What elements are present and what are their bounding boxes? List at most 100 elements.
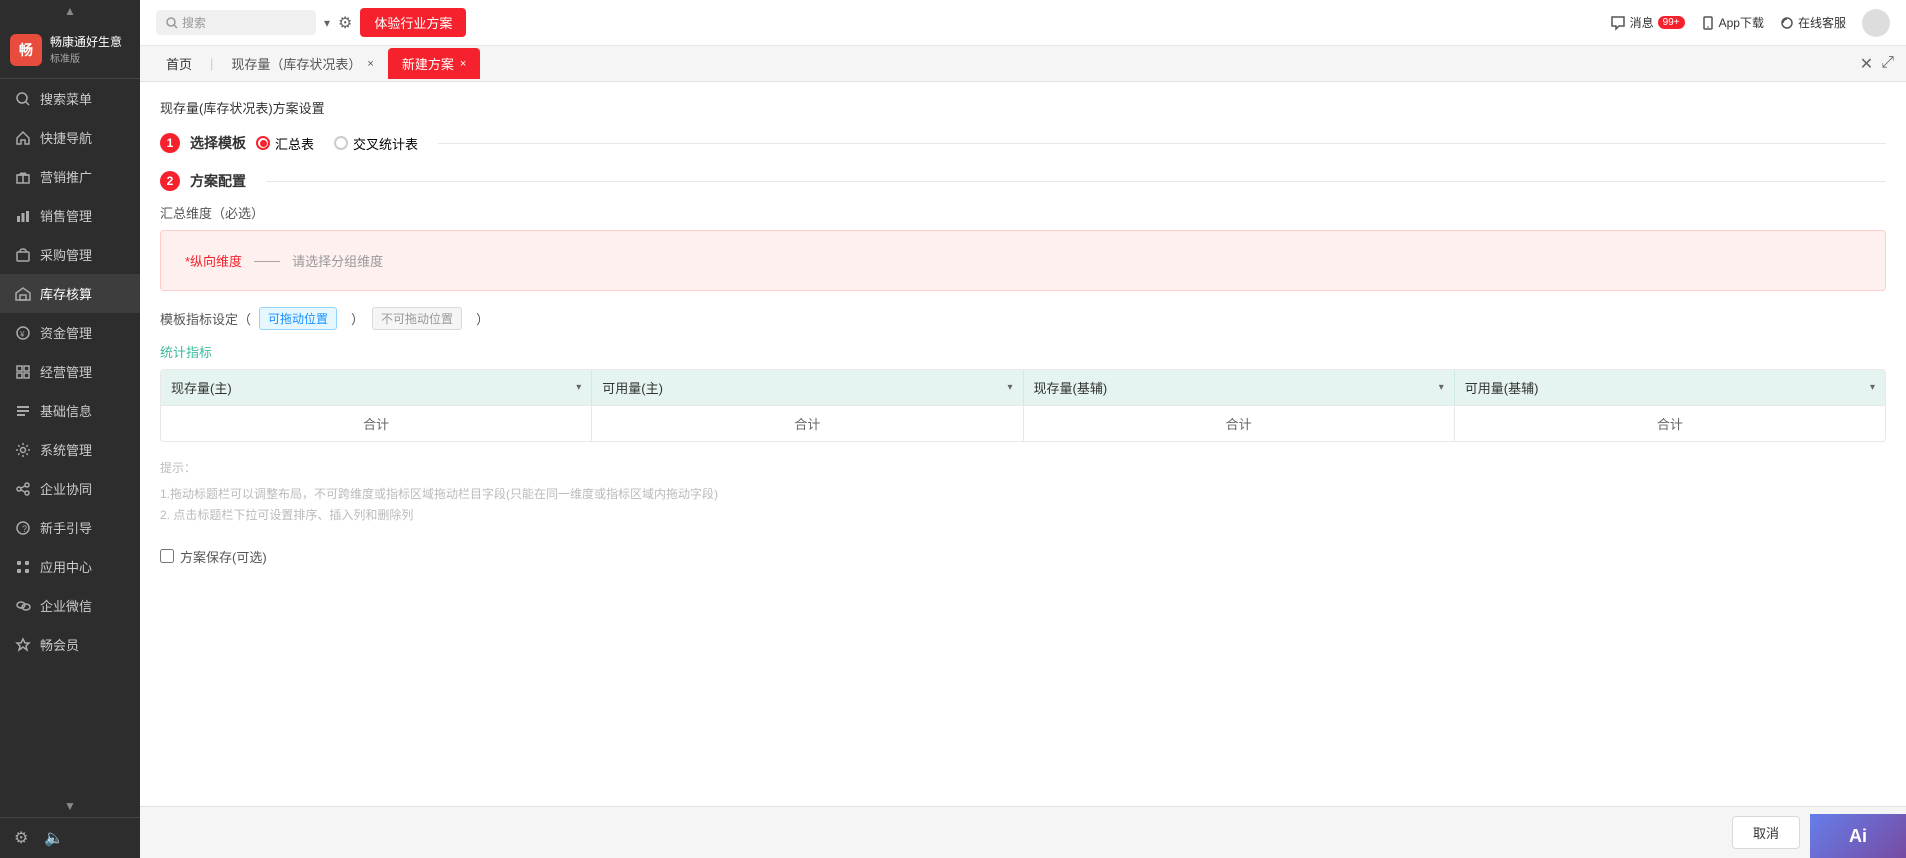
step1-section: 1 选择模板 汇总表 交叉统计表	[160, 133, 1886, 153]
radio-cross-table[interactable]: 交叉统计表	[334, 134, 418, 153]
sidebar-item-label: 采购管理	[40, 245, 92, 264]
app-icon	[14, 558, 32, 576]
sidebar-item-wechat[interactable]: 企业微信	[0, 586, 140, 625]
sidebar-item-system[interactable]: 系统管理	[0, 430, 140, 469]
topbar: 搜索 ▾ ⚙ 体验行业方案 消息 99+ App下载 在线客服	[140, 0, 1906, 46]
tab-new-scheme[interactable]: 新建方案 ×	[388, 48, 480, 79]
col-header-3[interactable]: 可用量(基辅) ▾	[1455, 370, 1885, 405]
sidebar-nav: 搜索菜单 快捷导航 营销推广 销售管理 采购管理	[0, 79, 140, 795]
dimension-placeholder: 请选择分组维度	[292, 251, 383, 270]
settings-footer-icon[interactable]: ⚙	[14, 828, 28, 848]
app-version: 标准版	[50, 50, 122, 65]
sound-footer-icon[interactable]: 🔈	[44, 828, 64, 848]
sidebar-item-label: 经营管理	[40, 362, 92, 381]
sidebar-item-label: 企业微信	[40, 596, 92, 615]
stats-table-row: 合计 合计 合计 合计	[161, 405, 1885, 441]
sidebar-item-operation[interactable]: 经营管理	[0, 352, 140, 391]
sidebar-item-label: 库存核算	[40, 284, 92, 303]
service-label: 在线客服	[1798, 14, 1846, 31]
sidebar-item-label: 应用中心	[40, 557, 92, 576]
step1-num: 1	[160, 133, 180, 153]
topbar-right: 消息 99+ App下载 在线客服	[1610, 9, 1890, 37]
stats-cell-1: 合计	[592, 405, 1023, 441]
vip-icon	[14, 636, 32, 654]
tip-item-1: 2. 点击标题栏下拉可设置排序、插入列和删除列	[160, 505, 1886, 527]
sidebar-item-basic-info[interactable]: 基础信息	[0, 391, 140, 430]
radio-summary-table[interactable]: 汇总表	[256, 134, 314, 153]
chart-icon	[14, 207, 32, 225]
dimension-row: *纵向维度 —— 请选择分组维度	[185, 251, 1861, 270]
col-down-icon-2[interactable]: ▾	[1439, 382, 1444, 393]
dimension-box[interactable]: *纵向维度 —— 请选择分组维度	[160, 230, 1886, 291]
user-avatar[interactable]	[1862, 9, 1890, 37]
sidebar-item-marketing[interactable]: 营销推广	[0, 157, 140, 196]
ai-badge[interactable]: Ai	[1810, 814, 1906, 858]
sidebar-item-sales[interactable]: 销售管理	[0, 196, 140, 235]
tab-new-scheme-label: 新建方案	[402, 54, 454, 73]
sidebar-item-cooperation[interactable]: 企业协同	[0, 469, 140, 508]
tab-separator-1: |	[210, 56, 213, 71]
tab-home-label: 首页	[166, 54, 192, 73]
col-down-icon-0[interactable]: ▾	[576, 382, 581, 393]
col-label-2: 现存量(基辅)	[1034, 378, 1108, 397]
topbar-settings-icon[interactable]: ⚙	[338, 13, 352, 33]
sidebar-item-label: 系统管理	[40, 440, 92, 459]
link-icon	[14, 480, 32, 498]
sidebar-item-search-menu[interactable]: 搜索菜单	[0, 79, 140, 118]
main-area: 搜索 ▾ ⚙ 体验行业方案 消息 99+ App下载 在线客服	[140, 0, 1906, 858]
col-header-0[interactable]: 现存量(主) ▾	[161, 370, 592, 405]
col-down-icon-3[interactable]: ▾	[1870, 382, 1875, 393]
topbar-dropdown[interactable]: ▾	[324, 16, 330, 30]
col-down-icon-1[interactable]: ▾	[1007, 382, 1012, 393]
step2-num: 2	[160, 171, 180, 191]
search-box[interactable]: 搜索	[156, 10, 316, 35]
tab-inventory-status[interactable]: 现存量（库存状况表） ×	[217, 48, 387, 79]
sidebar-item-label: 畅会员	[40, 635, 79, 654]
service-button[interactable]: 在线客服	[1780, 14, 1846, 31]
col-header-1[interactable]: 可用量(主) ▾	[592, 370, 1023, 405]
radio-circle-checked	[256, 136, 270, 150]
trial-button[interactable]: 体验行业方案	[360, 8, 466, 37]
info-icon	[14, 402, 32, 420]
sidebar-scroll-down[interactable]: ▼	[0, 795, 140, 817]
sidebar-item-purchase[interactable]: 采购管理	[0, 235, 140, 274]
sidebar-item-inventory[interactable]: 库存核算	[0, 274, 140, 313]
bottom-bar: 取消 查询	[140, 806, 1906, 858]
sidebar-item-guide[interactable]: ? 新手引导	[0, 508, 140, 547]
grid-icon	[14, 363, 32, 381]
message-button[interactable]: 消息 99+	[1610, 14, 1685, 31]
headset-icon	[1780, 16, 1794, 30]
save-checkbox[interactable]	[160, 549, 174, 563]
sidebar-item-label: 搜索菜单	[40, 89, 92, 108]
wechat-icon	[14, 597, 32, 615]
tab-expand-btn[interactable]: ⤢	[1881, 54, 1894, 74]
radio-cross-label: 交叉统计表	[353, 134, 418, 153]
sidebar-item-label: 资金管理	[40, 323, 92, 342]
step2-title: 方案配置	[190, 171, 246, 191]
indicator-label: 模板指标设定（ 可拖动位置 ） 不可拖动位置 ）	[160, 307, 1886, 330]
sidebar-scroll-up[interactable]: ▲	[0, 0, 140, 22]
message-icon	[1610, 15, 1626, 31]
col-header-2[interactable]: 现存量(基辅) ▾	[1024, 370, 1455, 405]
tab-new-scheme-close[interactable]: ×	[460, 58, 466, 70]
cancel-button[interactable]: 取消	[1732, 816, 1800, 849]
tab-inventory-close[interactable]: ×	[367, 58, 373, 70]
app-download-label: App下载	[1719, 14, 1764, 31]
step2-section: 2 方案配置 汇总维度（必选） *纵向维度 —— 请选择分组维度 模板指标设定（…	[160, 171, 1886, 527]
tab-minimize-btn[interactable]: ✕	[1860, 54, 1873, 74]
sidebar-item-finance[interactable]: ¥ 资金管理	[0, 313, 140, 352]
step2-divider	[266, 181, 1886, 182]
indicator-label-suffix2: ）	[476, 309, 489, 328]
svg-text:?: ?	[22, 524, 27, 534]
app-download-button[interactable]: App下载	[1701, 14, 1764, 31]
tips-section: 提示： 1.拖动标题栏可以调整布局，不可跨维度或指标区域拖动栏目字段(只能在同一…	[160, 458, 1886, 527]
sidebar-item-vip[interactable]: 畅会员	[0, 625, 140, 664]
indicator-label-suffix: ）	[351, 309, 364, 328]
tag-fixed: 不可拖动位置	[372, 307, 462, 330]
sidebar-item-app-center[interactable]: 应用中心	[0, 547, 140, 586]
stats-section: 统计指标 现存量(主) ▾ 可用量(主) ▾ 现存量(基辅)	[160, 342, 1886, 442]
sidebar-item-quick-nav[interactable]: 快捷导航	[0, 118, 140, 157]
radio-dot	[260, 140, 267, 147]
tab-home[interactable]: 首页	[152, 48, 206, 79]
radio-summary-label: 汇总表	[275, 134, 314, 153]
